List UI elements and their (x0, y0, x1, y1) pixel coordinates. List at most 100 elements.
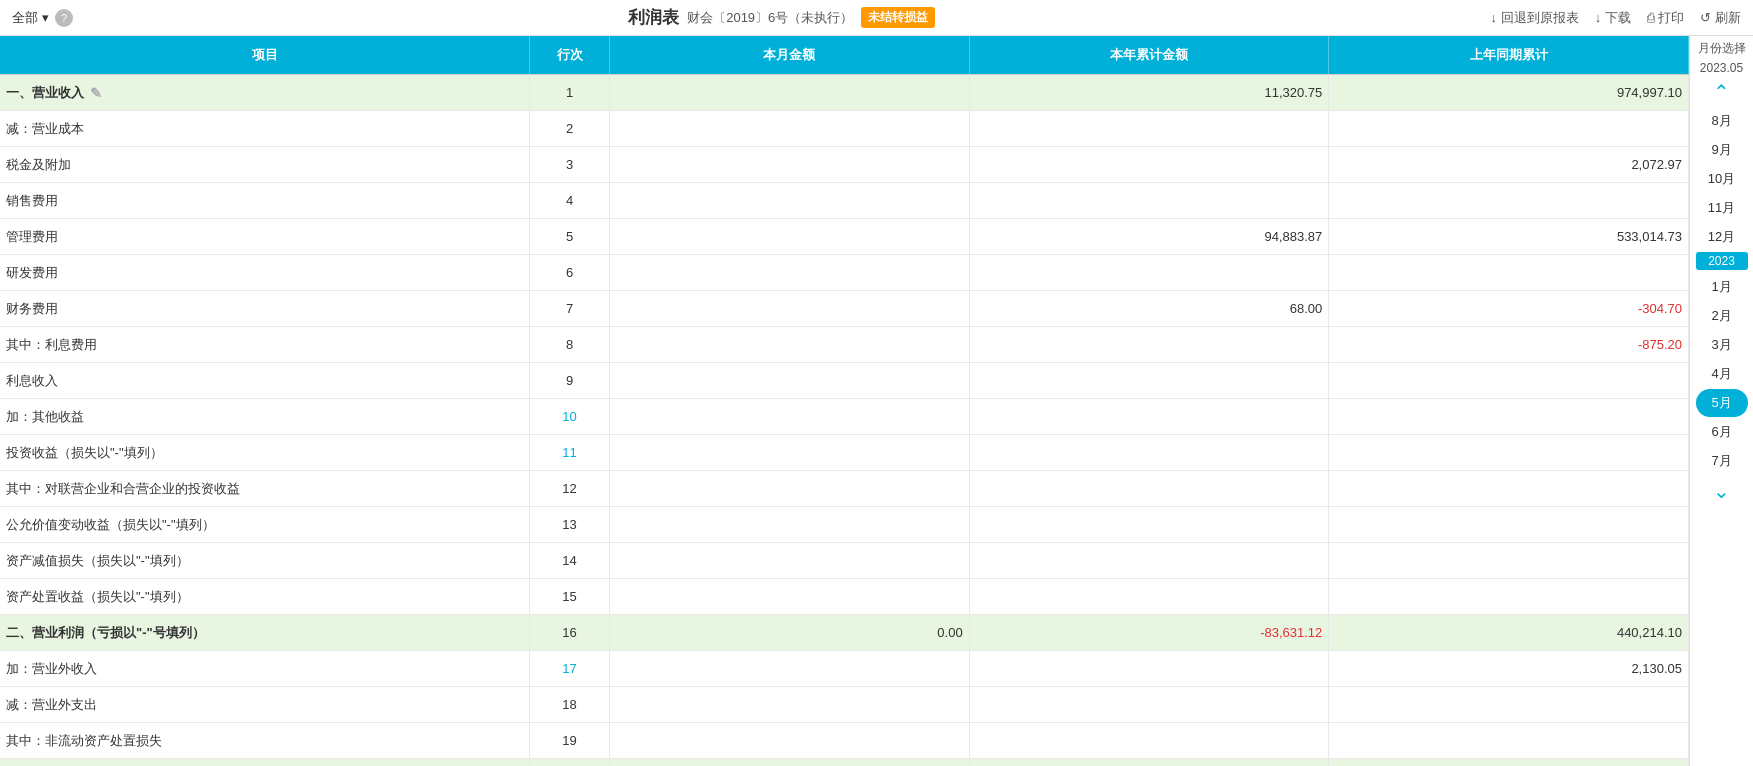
year-total-val (970, 471, 1330, 506)
month-item[interactable]: 10月 (1696, 165, 1748, 193)
table-row: 减：营业外支出 18 (0, 687, 1689, 723)
col-header-row: 行次 (530, 36, 610, 74)
table-row: 加：营业外收入 17 2,130.05 (0, 651, 1689, 687)
item-name: 其中：非流动资产处置损失 (0, 723, 530, 758)
month-item[interactable]: 2023 (1696, 252, 1748, 270)
table-row: 税金及附加 3 2,072.97 (0, 147, 1689, 183)
last-year-val (1329, 723, 1689, 758)
last-year-val (1329, 111, 1689, 146)
dropdown-arrow[interactable]: ▾ (42, 10, 49, 25)
row-num[interactable]: 11 (530, 435, 610, 470)
year-total-val (970, 255, 1330, 290)
table-row: 其中：非流动资产处置损失 19 (0, 723, 1689, 759)
year-total-val (970, 111, 1330, 146)
table-row: 公允价值变动收益（损失以"-"填列） 13 (0, 507, 1689, 543)
item-name: 财务费用 (0, 291, 530, 326)
year-total-val: 68.00 (970, 291, 1330, 326)
table-row: 减：营业成本 2 (0, 111, 1689, 147)
month-item[interactable]: 8月 (1696, 107, 1748, 135)
month-item[interactable]: 2月 (1696, 302, 1748, 330)
last-year-val (1329, 183, 1689, 218)
last-year-val: -304.70 (1329, 291, 1689, 326)
page-subtitle: 财会〔2019〕6号（未执行） (687, 9, 853, 27)
print-button[interactable]: ⎙ 打印 (1647, 9, 1685, 27)
row-num: 8 (530, 327, 610, 362)
row-num: 18 (530, 687, 610, 722)
refresh-button[interactable]: ↺ 刷新 (1700, 9, 1741, 27)
this-month-val (610, 471, 970, 506)
this-month-val (610, 579, 970, 614)
item-name: 减：营业成本 (0, 111, 530, 146)
edit-icon[interactable]: ✎ (90, 85, 102, 101)
year-total-val (970, 435, 1330, 470)
last-year-val (1329, 507, 1689, 542)
table-row: 财务费用 7 68.00 -304.70 (0, 291, 1689, 327)
year-total-val (970, 327, 1330, 362)
month-up-arrow[interactable]: ⌃ (1713, 80, 1730, 104)
month-item[interactable]: 1月 (1696, 273, 1748, 301)
month-item[interactable]: 6月 (1696, 418, 1748, 446)
last-year-val: 974,997.10 (1329, 75, 1689, 110)
item-name: 其中：利息费用 (0, 327, 530, 362)
main-layout: 项目 行次 本月金额 本年累计金额 上年同期累计 一、营业收入✎ 1 11,32… (0, 36, 1753, 766)
this-month-val (610, 363, 970, 398)
row-num: 16 (530, 615, 610, 650)
item-name: 投资收益（损失以"-"填列） (0, 435, 530, 470)
this-month-val (610, 507, 970, 542)
last-year-val (1329, 255, 1689, 290)
year-total-val (970, 687, 1330, 722)
row-num[interactable]: 17 (530, 651, 610, 686)
help-icon[interactable]: ? (55, 9, 73, 27)
this-month-val (610, 291, 970, 326)
item-name: 利息收入 (0, 363, 530, 398)
table-header: 项目 行次 本月金额 本年累计金额 上年同期累计 (0, 36, 1689, 75)
this-month-val (610, 75, 970, 110)
table-row: 一、营业收入✎ 1 11,320.75 974,997.10 (0, 75, 1689, 111)
year-total-val (970, 147, 1330, 182)
month-item[interactable]: 9月 (1696, 136, 1748, 164)
download-button[interactable]: ↓ 下载 (1595, 9, 1631, 27)
year-total-val (970, 507, 1330, 542)
year-total-val (970, 399, 1330, 434)
top-bar-left: 全部 ▾ ? (12, 9, 73, 27)
year-total-val: -83,631.12 (970, 759, 1330, 766)
month-selector-panel: 月份选择 2023.05 ⌃ 8月9月10月11月12月20231月2月3月4月… (1689, 36, 1753, 766)
this-month-val (610, 255, 970, 290)
last-year-val: -875.20 (1329, 327, 1689, 362)
item-name: 研发费用 (0, 255, 530, 290)
last-year-val (1329, 435, 1689, 470)
col-header-this-month: 本月金额 (610, 36, 970, 74)
col-header-item: 项目 (0, 36, 530, 74)
month-item[interactable]: 12月 (1696, 223, 1748, 251)
back-button[interactable]: ↓ 回退到原报表 (1491, 9, 1579, 27)
month-item[interactable]: 3月 (1696, 331, 1748, 359)
year-total-val (970, 651, 1330, 686)
month-down-arrow[interactable]: ⌄ (1713, 479, 1730, 503)
year-total-val: 11,320.75 (970, 75, 1330, 110)
last-year-val (1329, 399, 1689, 434)
content-area: 项目 行次 本月金额 本年累计金额 上年同期累计 一、营业收入✎ 1 11,32… (0, 36, 1689, 766)
table-row: 销售费用 4 (0, 183, 1689, 219)
table-row: 利息收入 9 (0, 363, 1689, 399)
this-month-val (610, 543, 970, 578)
this-month-val (610, 399, 970, 434)
row-num[interactable]: 10 (530, 399, 610, 434)
row-num: 5 (530, 219, 610, 254)
year-total-val: 94,883.87 (970, 219, 1330, 254)
month-item[interactable]: 4月 (1696, 360, 1748, 388)
all-dropdown[interactable]: 全部 ▾ (12, 9, 49, 27)
row-num: 4 (530, 183, 610, 218)
month-item[interactable]: 11月 (1696, 194, 1748, 222)
this-month-val (610, 111, 970, 146)
item-name: 加：其他收益 (0, 399, 530, 434)
row-num: 19 (530, 723, 610, 758)
month-list: 8月9月10月11月12月2023 1月2月3月4月5月6月7月 (1696, 107, 1748, 476)
last-year-val: 2,072.97 (1329, 147, 1689, 182)
item-name: 公允价值变动收益（损失以"-"填列） (0, 507, 530, 542)
table-row: 资产减值损失（损失以"-"填列） 14 (0, 543, 1689, 579)
all-label[interactable]: 全部 (12, 9, 38, 27)
this-month-val (610, 435, 970, 470)
month-item[interactable]: 5月 (1696, 389, 1748, 417)
month-item[interactable]: 7月 (1696, 447, 1748, 475)
row-num: 20 (530, 759, 610, 766)
